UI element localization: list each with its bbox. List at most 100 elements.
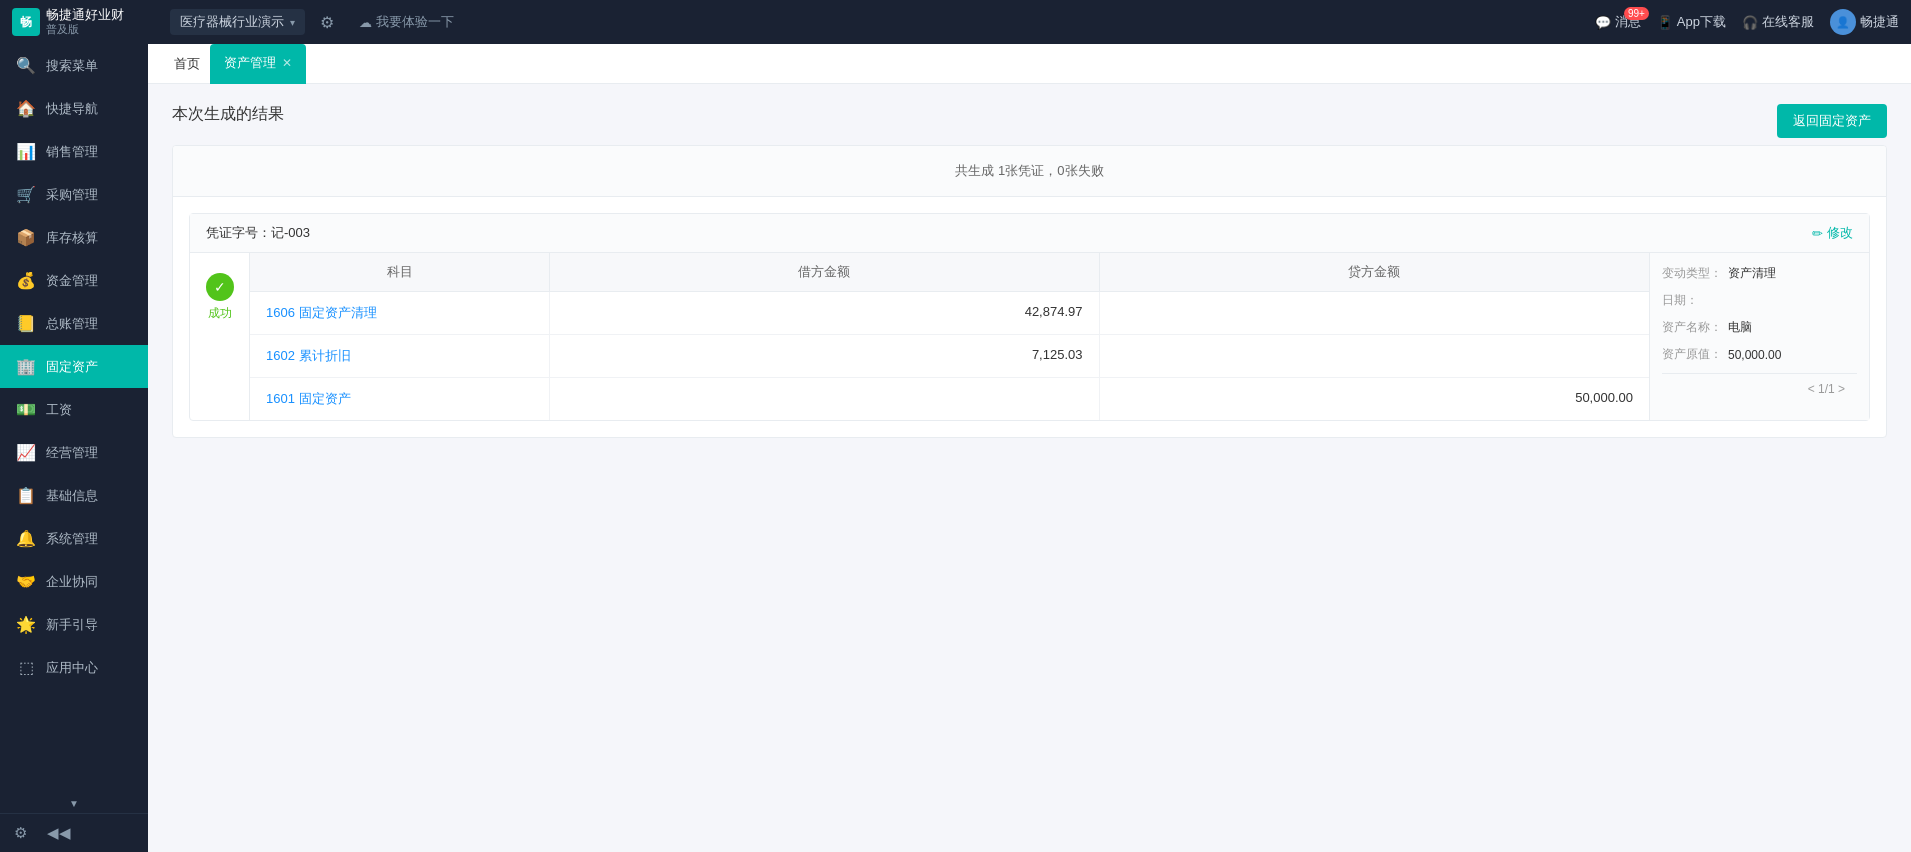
sidebar-icon-system: 🔔 <box>16 529 36 548</box>
sidebar-label-sales: 销售管理 <box>46 143 98 161</box>
user-area[interactable]: 👤 畅捷通 <box>1830 9 1899 35</box>
sidebar-icon-purchase: 🛒 <box>16 185 36 204</box>
tab-close-icon[interactable]: ✕ <box>282 56 292 70</box>
sidebar-item-inventory[interactable]: 📦库存核算 <box>0 216 148 259</box>
right-info-panel: 变动类型： 资产清理 日期： 资产名称： 电脑 <box>1649 253 1869 420</box>
sidebar-item-purchase[interactable]: 🛒 采购管理 <box>0 173 148 216</box>
sidebar-icon-inventory: 📦 <box>16 228 36 247</box>
main-layout: 🔍 搜索菜单 🏠快捷导航 📊 销售管理 🛒 采购管理 📦库存核算 💰 资金管理 📒总账管理 🏢 固定资产… <box>0 44 1911 852</box>
sidebar-item-search[interactable]: 🔍 搜索菜单 <box>0 44 148 87</box>
messages-button[interactable]: 💬 消息 99+ <box>1595 13 1641 31</box>
pagination[interactable]: < 1/1 > <box>1662 373 1857 404</box>
sidebar-bottom: ⚙ ◀◀ <box>0 813 148 852</box>
col-debit: 借方金额 <box>550 253 1100 291</box>
sidebar-item-basics[interactable]: 📋基础信息 <box>0 474 148 517</box>
date-label: 日期： <box>1662 292 1718 309</box>
success-icon: ✓ <box>206 273 234 301</box>
sidebar-label-finance: 资金管理 <box>46 272 98 290</box>
cell-subject-0: 1606 固定资产清理 <box>250 292 550 334</box>
result-panel: 共生成 1张凭证，0张失败 凭证字号：记-003 ✏ 修改 <box>172 145 1887 438</box>
sidebar-item-sales[interactable]: 📊 销售管理 <box>0 130 148 173</box>
sidebar-item-guide[interactable]: 🌟新手引导 <box>0 603 148 646</box>
edit-button[interactable]: ✏ 修改 <box>1812 224 1853 242</box>
header-right: 💬 消息 99+ 📱 App下载 🎧 在线客服 👤 畅捷通 <box>1595 9 1899 35</box>
cell-subject-2: 1601 固定资产 <box>250 378 550 420</box>
sidebar-item-ledger[interactable]: 📒总账管理 <box>0 302 148 345</box>
asset-name-value: 电脑 <box>1728 319 1752 336</box>
sidebar-settings-icon[interactable]: ⚙ <box>14 824 27 842</box>
app-download-button[interactable]: 📱 App下载 <box>1657 13 1726 31</box>
sidebar-scroll-down[interactable]: ▼ <box>0 793 148 813</box>
download-icon: 📱 <box>1657 15 1673 30</box>
table-main: 科目 借方金额 贷方金额 1606 固定资产清理 42,874.97 1602 … <box>250 253 1649 420</box>
success-col: ✓ 成功 <box>190 253 250 420</box>
sidebar-item-salary[interactable]: 💵 工资 <box>0 388 148 431</box>
sidebar-label-basics: 基础信息 <box>46 487 98 505</box>
company-dropdown-icon: ▾ <box>290 17 295 28</box>
sidebar-label-search: 搜索菜单 <box>46 57 98 75</box>
sidebar-label-app-center: 应用中心 <box>46 659 98 677</box>
edit-icon: ✏ <box>1812 226 1823 241</box>
sidebar-item-quick-nav[interactable]: 🏠快捷导航 <box>0 87 148 130</box>
table-header: 科目 借方金额 贷方金额 <box>250 253 1649 292</box>
logo-icon: 畅 <box>12 8 40 36</box>
online-service-button[interactable]: 🎧 在线客服 <box>1742 13 1814 31</box>
change-type-label: 变动类型： <box>1662 265 1722 282</box>
cell-debit-0: 42,874.97 <box>550 292 1100 334</box>
tabs-bar: 首页 资产管理 ✕ <box>148 44 1911 84</box>
sidebar-icon-ledger: 📒 <box>16 314 36 333</box>
page-content: 本次生成的结果 返回固定资产 共生成 1张凭证，0张失败 凭证字号：记-003 … <box>148 84 1911 852</box>
tab-asset-mgmt[interactable]: 资产管理 ✕ <box>210 44 306 84</box>
sidebar-label-purchase: 采购管理 <box>46 186 98 204</box>
content-area: 首页 资产管理 ✕ 本次生成的结果 返回固定资产 共生成 1张凭证，0张失败 凭… <box>148 44 1911 852</box>
col-subject: 科目 <box>250 253 550 291</box>
page-title: 本次生成的结果 <box>172 104 1887 125</box>
sidebar-icon-quick-nav: 🏠 <box>16 99 36 118</box>
experience-button[interactable]: ☁ 我要体验一下 <box>359 13 454 31</box>
logo-text: 畅捷通好业财 <box>46 7 124 23</box>
user-avatar: 👤 <box>1830 9 1856 35</box>
sidebar-label-enterprise: 企业协同 <box>46 573 98 591</box>
sidebar-item-fixed-assets[interactable]: 🏢 固定资产 <box>0 345 148 388</box>
company-selector[interactable]: 医疗器械行业演示 ▾ <box>170 9 305 35</box>
settings-button[interactable]: ⚙ <box>311 6 343 38</box>
sidebar-icon-operations: 📈 <box>16 443 36 462</box>
sidebar-icon-finance: 💰 <box>16 271 36 290</box>
asset-value-value: 50,000.00 <box>1728 348 1781 362</box>
sidebar-icon-fixed-assets: 🏢 <box>16 357 36 376</box>
sidebar-label-operations: 经营管理 <box>46 444 98 462</box>
logo-sub: 普及版 <box>46 22 124 37</box>
cell-credit-2: 50,000.00 <box>1100 378 1650 420</box>
return-button[interactable]: 返回固定资产 <box>1777 104 1887 138</box>
asset-value-row: 资产原值： 50,000.00 <box>1662 346 1857 363</box>
asset-name-row: 资产名称： 电脑 <box>1662 319 1857 336</box>
cell-debit-2 <box>550 378 1100 420</box>
sidebar-icon-search: 🔍 <box>16 56 36 75</box>
voucher-section: 凭证字号：记-003 ✏ 修改 ✓ 成功 <box>189 213 1870 421</box>
sidebar-label-salary: 工资 <box>46 401 72 419</box>
table-rows: 1606 固定资产清理 42,874.97 1602 累计折旧 7,125.03… <box>250 292 1649 420</box>
sidebar-item-operations[interactable]: 📈 经营管理 <box>0 431 148 474</box>
message-icon: 💬 <box>1595 15 1611 30</box>
sidebar-item-app-center[interactable]: ⬚ 应用中心 <box>0 646 148 689</box>
sidebar-item-enterprise[interactable]: 🤝企业协同 <box>0 560 148 603</box>
sidebar-scroll: 🔍 搜索菜单 🏠快捷导航 📊 销售管理 🛒 采购管理 📦库存核算 💰 资金管理 📒总账管理 🏢 固定资产… <box>0 44 148 793</box>
company-name: 医疗器械行业演示 <box>180 13 284 31</box>
voucher-no: 凭证字号：记-003 <box>206 224 310 242</box>
table-row: 1602 累计折旧 7,125.03 <box>250 335 1649 378</box>
sidebar-item-finance[interactable]: 💰 资金管理 <box>0 259 148 302</box>
sidebar-item-system[interactable]: 🔔系统管理 <box>0 517 148 560</box>
cell-debit-1: 7,125.03 <box>550 335 1100 377</box>
sidebar-collapse-icon[interactable]: ◀◀ <box>47 824 71 842</box>
sidebar-label-fixed-assets: 固定资产 <box>46 358 98 376</box>
logo-area: 畅 畅捷通好业财 普及版 <box>12 7 160 38</box>
change-type-value: 资产清理 <box>1728 265 1776 282</box>
sidebar: 🔍 搜索菜单 🏠快捷导航 📊 销售管理 🛒 采购管理 📦库存核算 💰 资金管理 📒总账管理 🏢 固定资产… <box>0 44 148 852</box>
sidebar-icon-app-center: ⬚ <box>16 658 36 677</box>
col-credit: 贷方金额 <box>1100 253 1650 291</box>
sidebar-icon-sales: 📊 <box>16 142 36 161</box>
sidebar-icon-salary: 💵 <box>16 400 36 419</box>
service-icon: 🎧 <box>1742 15 1758 30</box>
table-row: 1606 固定资产清理 42,874.97 <box>250 292 1649 335</box>
tab-home[interactable]: 首页 <box>164 44 210 84</box>
